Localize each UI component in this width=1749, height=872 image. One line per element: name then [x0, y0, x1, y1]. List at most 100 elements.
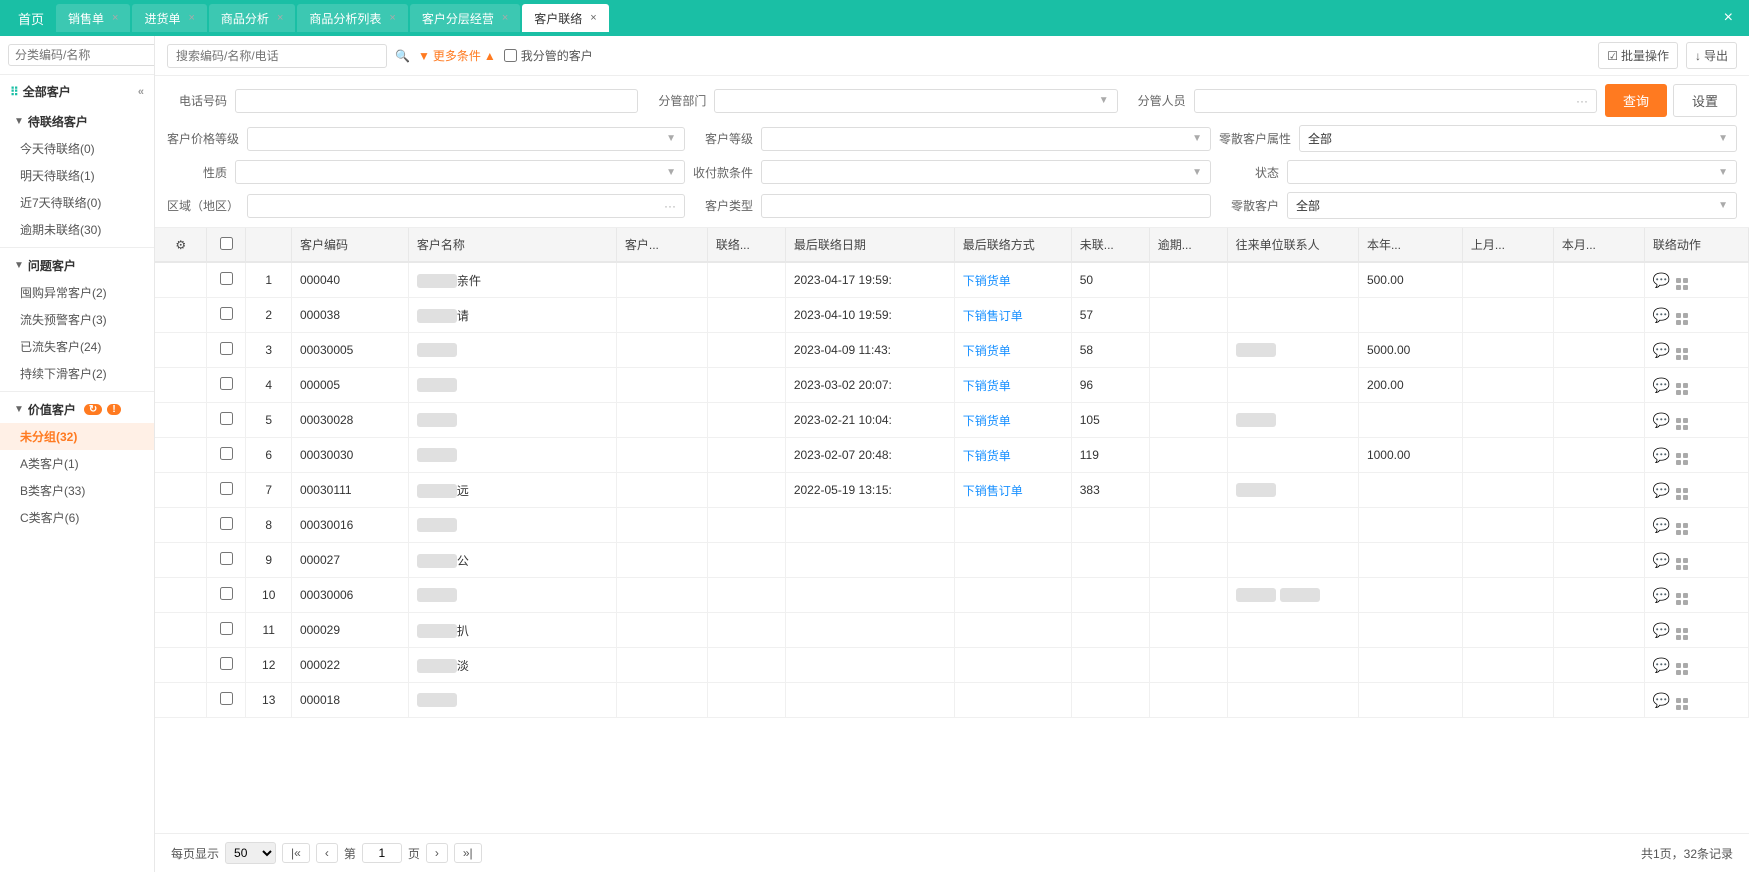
sidebar-item-abnormal[interactable]: 囤购异常客户(2) [0, 279, 154, 306]
more-action-icon[interactable] [1676, 515, 1688, 535]
dept-input[interactable]: ▼ [714, 89, 1117, 113]
sidebar-item-c-class[interactable]: C类客户(6) [0, 504, 154, 531]
manager-text-input[interactable] [1203, 94, 1576, 108]
customer-name[interactable]: ████公 [408, 543, 616, 578]
page-size-select[interactable]: 50 100 200 [225, 842, 276, 864]
phone-input[interactable] [235, 89, 638, 113]
all-customers-header[interactable]: ⠿ 全部客户 « [0, 75, 154, 108]
sidebar-item-declining[interactable]: 持续下滑客户(2) [0, 360, 154, 387]
reset-button[interactable]: 设置 [1673, 84, 1737, 117]
th-contact[interactable]: 联络... [707, 228, 785, 262]
contact-phone-icon[interactable]: 💬 [1653, 307, 1670, 324]
nav-tab-customer-segment[interactable]: 客户分层经营 × [410, 4, 520, 32]
more-action-icon[interactable] [1676, 480, 1688, 500]
payment-input[interactable]: ▼ [761, 160, 1211, 184]
payment-text[interactable] [770, 165, 1192, 179]
page-number-input[interactable] [362, 843, 402, 863]
row-select-checkbox[interactable] [220, 272, 233, 285]
pending-group-label[interactable]: ▼ 待联络客户 [0, 108, 154, 135]
th-contacts[interactable]: 往来单位联系人 [1227, 228, 1358, 262]
customer-name[interactable]: ████ [408, 508, 616, 543]
customer-name[interactable]: ████亲仵 [408, 262, 616, 298]
sidebar-item-7day-pending[interactable]: 近7天待联络(0) [0, 189, 154, 216]
retail-customer-input[interactable]: 全部 ▼ [1287, 192, 1737, 219]
more-action-icon[interactable] [1676, 655, 1688, 675]
sidebar-item-b-class[interactable]: B类客户(33) [0, 477, 154, 504]
last-contact-method[interactable]: 下销货单 [954, 262, 1071, 298]
row-select-checkbox[interactable] [220, 482, 233, 495]
more-action-icon[interactable] [1676, 550, 1688, 570]
row-select-checkbox[interactable] [220, 552, 233, 565]
more-action-icon[interactable] [1676, 340, 1688, 360]
settings-icon[interactable]: ⚙ [175, 238, 186, 252]
close-purchase-tab[interactable]: × [188, 12, 194, 24]
customer-name[interactable]: ████远 [408, 473, 616, 508]
customer-level-text[interactable] [770, 132, 1192, 146]
region-input[interactable]: ··· [247, 194, 685, 218]
close-all-tabs[interactable]: × [1716, 9, 1741, 27]
contact-phone-icon[interactable]: 💬 [1653, 482, 1670, 499]
nav-tab-analysis-list[interactable]: 商品分析列表 × [297, 4, 407, 32]
my-customers-check[interactable]: 我分管的客户 [504, 47, 593, 64]
more-action-icon[interactable] [1676, 375, 1688, 395]
th-last-date[interactable]: 最后联络日期 [785, 228, 954, 262]
more-conditions-btn[interactable]: ▼ 更多条件 ▲ [418, 47, 496, 64]
contact-phone-icon[interactable]: 💬 [1653, 657, 1670, 674]
problem-group-label[interactable]: ▼ 问题客户 [0, 252, 154, 279]
more-action-icon[interactable] [1676, 410, 1688, 430]
contact-phone-icon[interactable]: 💬 [1653, 342, 1670, 359]
more-action-icon[interactable] [1676, 305, 1688, 325]
sidebar-item-a-class[interactable]: A类客户(1) [0, 450, 154, 477]
row-select-checkbox[interactable] [220, 692, 233, 705]
sidebar-item-tomorrow-pending[interactable]: 明天待联络(1) [0, 162, 154, 189]
th-overdue[interactable]: 逾期... [1149, 228, 1227, 262]
row-select-checkbox[interactable] [220, 447, 233, 460]
th-checkbox[interactable] [207, 228, 246, 262]
close-analysis-tab[interactable]: × [277, 12, 283, 24]
row-select-checkbox[interactable] [220, 517, 233, 530]
query-button[interactable]: 查询 [1605, 84, 1667, 117]
last-contact-method[interactable] [954, 648, 1071, 683]
sidebar-item-today-pending[interactable]: 今天待联络(0) [0, 135, 154, 162]
contact-phone-icon[interactable]: 💬 [1653, 517, 1670, 534]
row-select-checkbox[interactable] [220, 412, 233, 425]
price-level-input[interactable]: ▼ [247, 127, 685, 151]
retail-attr-input[interactable]: 全部 ▼ [1299, 125, 1737, 152]
price-level-text[interactable] [256, 132, 666, 146]
nature-text[interactable] [244, 165, 666, 179]
next-page-btn[interactable]: › [426, 843, 448, 863]
value-group-label[interactable]: ▼ 价值客户 ↻ ! [0, 396, 154, 423]
close-sales-tab[interactable]: × [112, 12, 118, 24]
first-page-btn[interactable]: |« [282, 843, 310, 863]
more-action-icon[interactable] [1676, 690, 1688, 710]
customer-name[interactable]: ████ [408, 438, 616, 473]
customer-type-input[interactable] [761, 194, 1211, 218]
th-last-month[interactable]: 上月... [1462, 228, 1553, 262]
last-contact-method[interactable] [954, 543, 1071, 578]
contact-phone-icon[interactable]: 💬 [1653, 272, 1670, 289]
row-select-checkbox[interactable] [220, 377, 233, 390]
row-select-checkbox[interactable] [220, 622, 233, 635]
select-all-checkbox[interactable] [220, 237, 233, 250]
customer-name[interactable]: ████扒 [408, 613, 616, 648]
more-action-icon[interactable] [1676, 620, 1688, 640]
customer-name[interactable]: ████ [408, 368, 616, 403]
status-input[interactable]: ▼ [1287, 160, 1737, 184]
customer-name[interactable]: ████淡 [408, 648, 616, 683]
th-this-month[interactable]: 本月... [1553, 228, 1644, 262]
last-contact-method[interactable]: 下销货单 [954, 438, 1071, 473]
customer-name[interactable]: ████ [408, 683, 616, 718]
last-contact-method[interactable] [954, 683, 1071, 718]
row-select-checkbox[interactable] [220, 342, 233, 355]
last-contact-method[interactable]: 下销货单 [954, 368, 1071, 403]
customer-name[interactable]: ████ [408, 578, 616, 613]
sidebar-item-overdue-pending[interactable]: 逾期未联络(30) [0, 216, 154, 243]
last-contact-method[interactable] [954, 613, 1071, 648]
contact-phone-icon[interactable]: 💬 [1653, 412, 1670, 429]
close-analysis-list-tab[interactable]: × [389, 12, 395, 24]
my-customers-checkbox[interactable] [504, 49, 517, 62]
contact-phone-icon[interactable]: 💬 [1653, 587, 1670, 604]
th-last-method[interactable]: 最后联络方式 [954, 228, 1071, 262]
main-search-icon[interactable]: 🔍 [395, 49, 410, 63]
sidebar-item-churned[interactable]: 已流失客户(24) [0, 333, 154, 360]
